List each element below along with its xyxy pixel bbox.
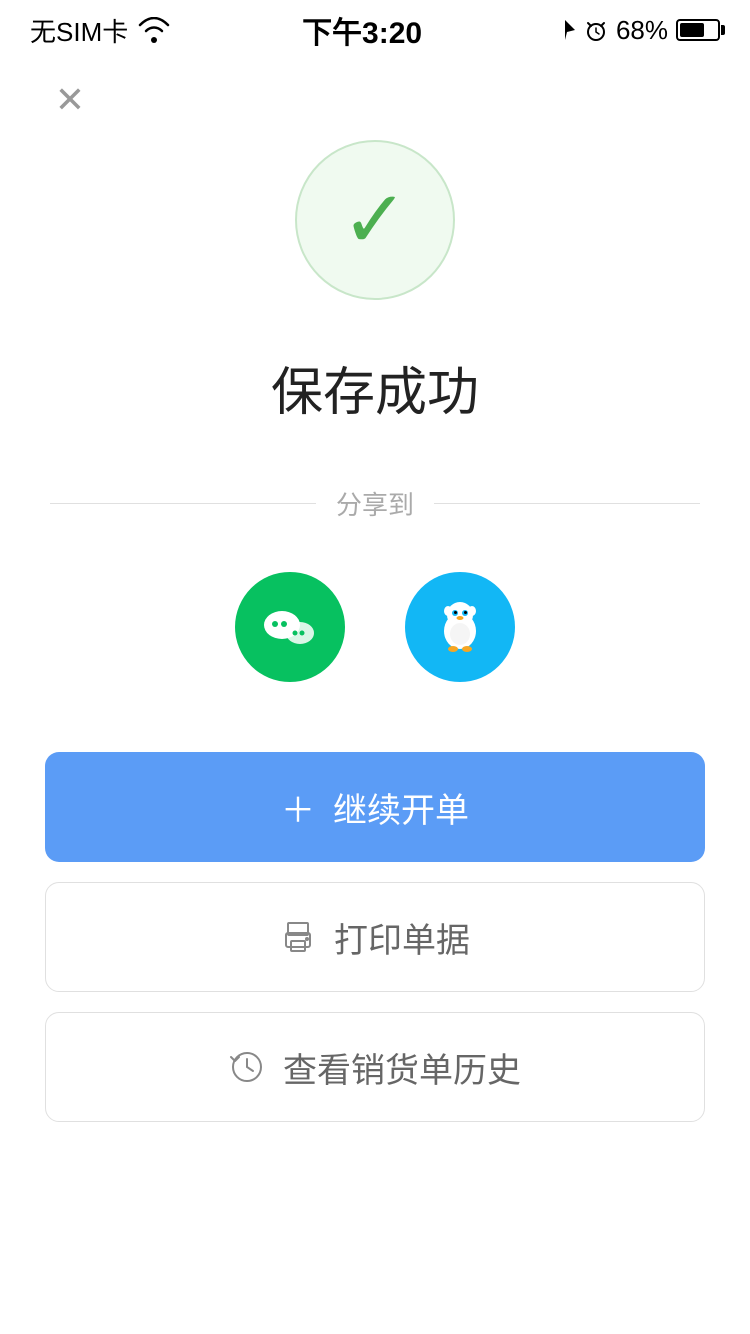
battery-percent: 68% (616, 15, 668, 46)
share-label: 分享到 (316, 485, 434, 522)
success-title: 保存成功 (271, 350, 479, 425)
share-icons-row (235, 572, 515, 682)
view-history-label: 查看销货单历史 (283, 1043, 521, 1092)
status-bar: 无SIM卡 下午3:20 68% (0, 0, 750, 60)
divider-line-right (434, 503, 700, 504)
status-left: 无SIM卡 (30, 12, 170, 49)
carrier-text: 无SIM卡 (30, 12, 128, 49)
wechat-icon (258, 595, 323, 660)
success-circle: ✓ (295, 140, 455, 300)
view-history-button[interactable]: 查看销货单历史 (45, 1012, 705, 1122)
wechat-share-button[interactable] (235, 572, 345, 682)
close-icon: ✕ (55, 82, 85, 118)
history-icon (229, 1049, 265, 1085)
main-content: ✓ 保存成功 分享到 (0, 60, 750, 1122)
status-right: 68% (554, 15, 720, 46)
share-divider: 分享到 (0, 485, 750, 522)
print-receipt-label: 打印单据 (334, 913, 470, 962)
printer-icon (280, 919, 316, 955)
close-button[interactable]: ✕ (45, 75, 95, 125)
battery-icon (676, 19, 720, 41)
action-buttons: ＋ 继续开单 打印单据 查看销货单历史 (0, 752, 750, 1122)
plus-icon: ＋ (281, 783, 315, 832)
continue-order-button[interactable]: ＋ 继续开单 (45, 752, 705, 862)
qq-share-button[interactable] (405, 572, 515, 682)
location-icon (554, 19, 576, 41)
status-time: 下午3:20 (302, 8, 422, 52)
continue-order-label: 继续开单 (333, 783, 469, 832)
qq-icon (428, 595, 493, 660)
checkmark-icon: ✓ (341, 180, 408, 260)
divider-line-left (50, 503, 316, 504)
wifi-icon (138, 17, 170, 43)
print-receipt-button[interactable]: 打印单据 (45, 882, 705, 992)
alarm-icon (584, 18, 608, 42)
